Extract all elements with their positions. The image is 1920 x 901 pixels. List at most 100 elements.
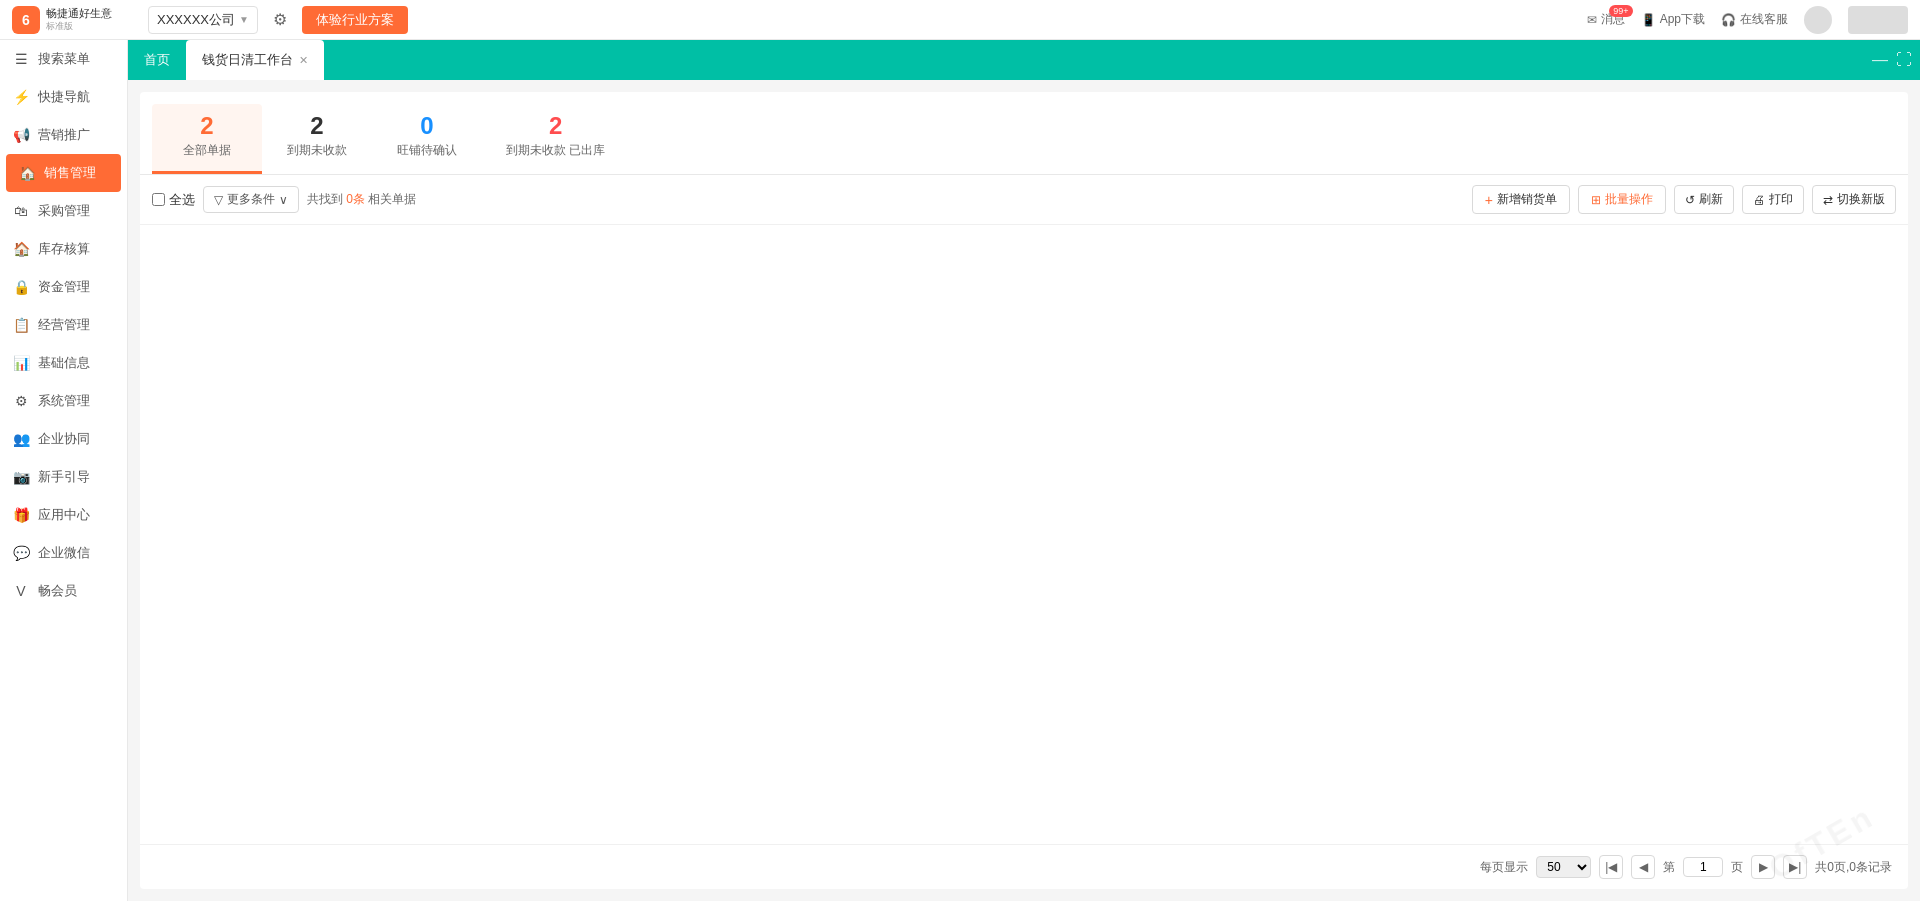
sidebar-icon-6: 🔒 (12, 278, 30, 296)
sidebar-item-5[interactable]: 🏠库存核算 (0, 230, 127, 268)
select-all-checkbox[interactable]: 全选 (152, 191, 195, 209)
filter-label: 更多条件 (227, 191, 275, 208)
settings-button[interactable]: ⚙ (266, 6, 294, 34)
next-page-button[interactable]: ▶ (1751, 855, 1775, 879)
sidebar-item-10[interactable]: 👥企业协同 (0, 420, 127, 458)
stats-tabs: 2 全部单据 2 到期未收款 0 旺铺待确认 2 到期未收款 已出库 (140, 92, 1908, 175)
page-size-select[interactable]: 50 100 200 (1536, 856, 1591, 878)
sidebar-item-11[interactable]: 📷新手引导 (0, 458, 127, 496)
app-download-label: App下载 (1660, 11, 1705, 28)
app-download-btn[interactable]: 📱 App下载 (1641, 11, 1705, 28)
tab-home[interactable]: 首页 (128, 40, 186, 80)
sidebar-label-1: 快捷导航 (38, 88, 90, 106)
logo-area: 6 畅捷通好生意 标准版 (12, 6, 140, 34)
sidebar-item-0[interactable]: ☰搜索菜单 (0, 40, 127, 78)
app-logo: 6 (12, 6, 40, 34)
top-bar: 6 畅捷通好生意 标准版 XXXXXX公司 ▼ ⚙ 体验行业方案 ✉ 消息 99… (0, 0, 1920, 40)
sidebar-item-13[interactable]: 💬 企业微信 (0, 534, 127, 572)
sidebar-item-14[interactable]: V畅会员 (0, 572, 127, 610)
sidebar-label-8: 基础信息 (38, 354, 90, 372)
sidebar-item-6[interactable]: 🔒 资金管理 (0, 268, 127, 306)
sidebar-icon-7: 📋 (12, 316, 30, 334)
user-avatar[interactable] (1804, 6, 1832, 34)
switch-version-button[interactable]: ⇄ 切换新版 (1812, 185, 1896, 214)
stat-tab-overdue-out[interactable]: 2 到期未收款 已出库 (482, 104, 629, 174)
page-label: 第 (1663, 859, 1675, 876)
service-icon: 🎧 (1721, 13, 1736, 27)
sidebar: ☰搜索菜单⚡快捷导航📢营销推广 🏠 销售管理 🛍采购管理🏠库存核算 🔒 资金管理 📋经营管理… (0, 0, 128, 901)
print-button[interactable]: 🖨 打印 (1742, 185, 1804, 214)
sidebar-icon-3: 🏠 (18, 164, 36, 182)
print-icon: 🖨 (1753, 193, 1765, 207)
company-name: XXXXXX公司 (157, 11, 235, 29)
switch-icon: ⇄ (1823, 193, 1833, 207)
batch-operation-button[interactable]: ⊞ 批量操作 (1578, 185, 1666, 214)
sidebar-icon-10: 👥 (12, 430, 30, 448)
sidebar-label-6: 资金管理 (38, 278, 90, 296)
found-count: 0条 (346, 192, 365, 206)
batch-label: 批量操作 (1605, 191, 1653, 208)
page-number-input[interactable] (1683, 857, 1723, 877)
stat-label-overdue-out: 到期未收款 已出库 (506, 142, 605, 159)
message-btn[interactable]: ✉ 消息 99+ (1587, 11, 1625, 28)
prev-page-button[interactable]: ◀ (1631, 855, 1655, 879)
sidebar-label-3: 销售管理 (44, 164, 96, 182)
add-btn-label: 新增销货单 (1497, 191, 1557, 208)
filter-button[interactable]: ▽ 更多条件 ∨ (203, 186, 299, 213)
toolbar-right: + 新增销货单 ⊞ 批量操作 ↺ 刷新 🖨 打印 ⇄ 切换新版 (1472, 185, 1896, 214)
app-name-block: 畅捷通好生意 标准版 (46, 6, 112, 33)
company-selector[interactable]: XXXXXX公司 ▼ (148, 6, 258, 34)
last-page-button[interactable]: ▶| (1783, 855, 1807, 879)
sidebar-label-9: 系统管理 (38, 392, 90, 410)
print-label: 打印 (1769, 191, 1793, 208)
refresh-button[interactable]: ↺ 刷新 (1674, 185, 1734, 214)
tab-work-bench[interactable]: 钱货日清工作台 ✕ (186, 40, 324, 80)
total-info: 共0页,0条记录 (1815, 859, 1892, 876)
tab-minimize-icon[interactable]: — (1872, 51, 1888, 69)
stat-tab-all[interactable]: 2 全部单据 (152, 104, 262, 174)
add-sales-order-button[interactable]: + 新增销货单 (1472, 185, 1570, 214)
tab-maximize-icon[interactable]: ⛶ (1896, 51, 1912, 69)
batch-icon: ⊞ (1591, 193, 1601, 207)
sidebar-label-4: 采购管理 (38, 202, 90, 220)
found-text: 共找到 0条 相关单据 (307, 191, 416, 208)
toolbar: 全选 ▽ 更多条件 ∨ 共找到 0条 相关单据 + 新增销货单 (140, 175, 1908, 225)
user-name-area[interactable] (1848, 6, 1908, 34)
page-label-end: 页 (1731, 859, 1743, 876)
sidebar-label-13: 企业微信 (38, 544, 90, 562)
sidebar-item-7[interactable]: 📋经营管理 (0, 306, 127, 344)
stat-label-all: 全部单据 (183, 142, 231, 159)
main-content: 2 全部单据 2 到期未收款 0 旺铺待确认 2 到期未收款 已出库 全选 (128, 80, 1920, 901)
tab-work-bench-label: 钱货日清工作台 (202, 51, 293, 69)
stat-num-all: 2 (200, 112, 213, 140)
sidebar-item-12[interactable]: 🎁应用中心 (0, 496, 127, 534)
filter-arrow-icon: ∨ (279, 193, 288, 207)
top-right-area: ✉ 消息 99+ 📱 App下载 🎧 在线客服 (1587, 6, 1908, 34)
sidebar-item-1[interactable]: ⚡快捷导航 (0, 78, 127, 116)
tab-bar: 首页 钱货日清工作台 ✕ — ⛶ (128, 40, 1920, 80)
select-all-input[interactable] (152, 193, 165, 206)
sidebar-icon-9: ⚙ (12, 392, 30, 410)
per-page-label: 每页显示 (1480, 859, 1528, 876)
pagination-bar: 每页显示 50 100 200 |◀ ◀ 第 页 ▶ ▶| 共0页,0条记录 (140, 844, 1908, 889)
refresh-icon: ↺ (1685, 193, 1695, 207)
experience-btn[interactable]: 体验行业方案 (302, 6, 408, 34)
sidebar-icon-5: 🏠 (12, 240, 30, 258)
stat-label-wangpu: 旺铺待确认 (397, 142, 457, 159)
stat-num-overdue-out: 2 (549, 112, 562, 140)
sidebar-item-8[interactable]: 📊基础信息 (0, 344, 127, 382)
stat-tab-overdue[interactable]: 2 到期未收款 (262, 104, 372, 174)
toolbar-left: 全选 ▽ 更多条件 ∨ 共找到 0条 相关单据 (152, 186, 416, 213)
online-service-btn[interactable]: 🎧 在线客服 (1721, 11, 1788, 28)
sidebar-item-2[interactable]: 📢营销推广 (0, 116, 127, 154)
sidebar-item-4[interactable]: 🛍采购管理 (0, 192, 127, 230)
tab-close-icon[interactable]: ✕ (299, 54, 308, 67)
tab-bar-right: — ⛶ (1872, 51, 1920, 69)
sidebar-item-3[interactable]: 🏠 销售管理 (6, 154, 121, 192)
sidebar-item-9[interactable]: ⚙ 系统管理 (0, 382, 127, 420)
sidebar-icon-13: 💬 (12, 544, 30, 562)
stat-tab-wangpu[interactable]: 0 旺铺待确认 (372, 104, 482, 174)
sidebar-label-12: 应用中心 (38, 506, 90, 524)
first-page-button[interactable]: |◀ (1599, 855, 1623, 879)
stat-num-wangpu: 0 (420, 112, 433, 140)
